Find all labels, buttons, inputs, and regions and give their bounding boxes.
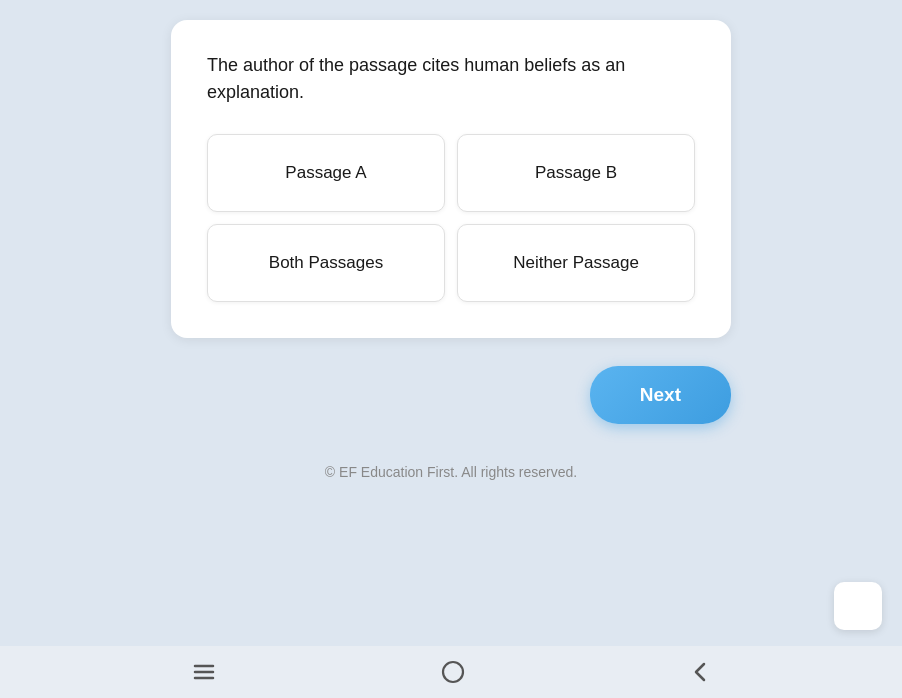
next-row: Next — [171, 366, 731, 424]
nav-menu-icon[interactable] — [192, 663, 216, 681]
footer-copyright: © EF Education First. All rights reserve… — [325, 464, 577, 480]
question-text: The author of the passage cites human be… — [207, 52, 695, 106]
question-card: The author of the passage cites human be… — [171, 20, 731, 338]
answer-passage-a[interactable]: Passage A — [207, 134, 445, 212]
main-content: The author of the passage cites human be… — [0, 0, 902, 646]
navigation-bar — [0, 646, 902, 698]
nav-home-icon[interactable] — [441, 660, 465, 684]
nav-back-icon[interactable] — [690, 660, 710, 684]
answer-neither-passage[interactable]: Neither Passage — [457, 224, 695, 302]
compress-button[interactable] — [834, 582, 882, 630]
answer-grid: Passage A Passage B Both Passages Neithe… — [207, 134, 695, 302]
answer-both-passages[interactable]: Both Passages — [207, 224, 445, 302]
svg-point-5 — [443, 662, 463, 682]
answer-passage-b[interactable]: Passage B — [457, 134, 695, 212]
next-button[interactable]: Next — [590, 366, 731, 424]
